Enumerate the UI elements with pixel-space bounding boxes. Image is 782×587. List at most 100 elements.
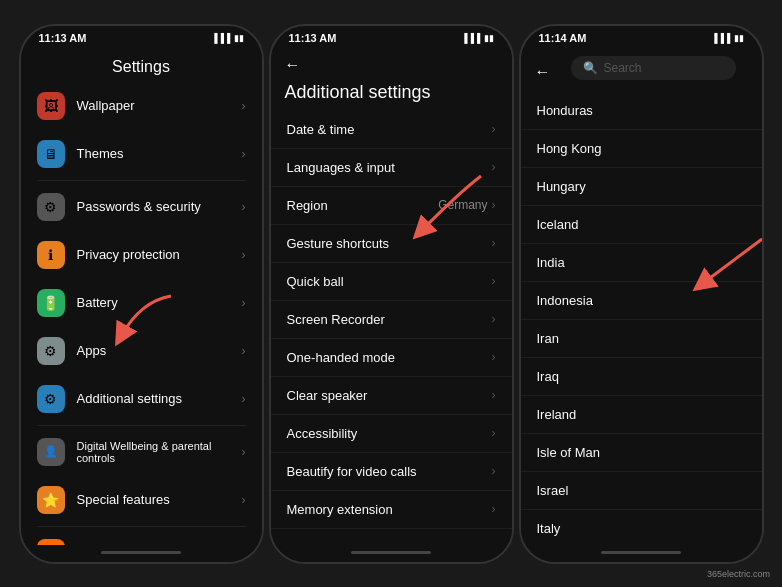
privacy-icon: ℹ [37, 241, 65, 269]
arrow-annotation-2 [371, 171, 491, 241]
country-list: Honduras Hong Kong Hungary Iceland India [521, 92, 762, 545]
time-1: 11:13 AM [39, 32, 87, 44]
wallpaper-chevron: › [242, 99, 246, 113]
item-screenrec[interactable]: Screen Recorder › [271, 301, 512, 339]
notch3 [611, 26, 671, 44]
settings-title: Settings [21, 48, 262, 82]
special-icon: ⭐ [37, 486, 65, 514]
additional-settings-list: Date & time › Languages & input › Region… [271, 111, 512, 545]
phone3: 11:14 AM ▐▐▐ ▮▮ ← 🔍 Search Honduras Hong… [519, 24, 764, 564]
themes-chevron: › [242, 147, 246, 161]
search-placeholder: Search [604, 61, 642, 75]
item-datetime[interactable]: Date & time › [271, 111, 512, 149]
sidebar-item-miaccount[interactable]: Mi Mi Account › [21, 529, 262, 545]
battery-icon-3: ▮▮ [734, 33, 744, 43]
page-title-2: Additional settings [271, 78, 512, 111]
battery-chevron: › [242, 296, 246, 310]
country-honduras[interactable]: Honduras [521, 92, 762, 130]
apps-label: Apps [77, 343, 242, 358]
language-chevron: › [492, 160, 496, 174]
datetime-label: Date & time [287, 122, 492, 137]
sidebar-item-privacy[interactable]: ℹ Privacy protection › [21, 231, 262, 279]
sidebar-item-themes[interactable]: 🖥 Themes › [21, 130, 262, 178]
item-onehanded[interactable]: One-handed mode › [271, 339, 512, 377]
additional-icon: ⚙ [37, 385, 65, 413]
additional-label: Additional settings [77, 391, 242, 406]
datetime-chevron: › [492, 122, 496, 136]
settings-list: 🖼 Wallpaper › 🖥 Themes › ⚙ Passwords & s… [21, 82, 262, 545]
clearspeaker-label: Clear speaker [287, 388, 492, 403]
sidebar-item-passwords[interactable]: ⚙ Passwords & security › [21, 183, 262, 231]
beautify-chevron: › [492, 464, 496, 478]
country-ireland[interactable]: Ireland [521, 396, 762, 434]
themes-label: Themes [77, 146, 242, 161]
screen-2: ← Additional settings Date & time › Lang… [271, 48, 512, 562]
page-header-2: ← [271, 48, 512, 78]
gesture-chevron: › [492, 236, 496, 250]
country-hungary[interactable]: Hungary [521, 168, 762, 206]
country-india[interactable]: India [521, 244, 762, 282]
screen-3: ← 🔍 Search Honduras Hong Kong Hungary Ic… [521, 48, 762, 562]
onehanded-label: One-handed mode [287, 350, 492, 365]
back-button-2[interactable]: ← [285, 56, 301, 74]
country-hongkong[interactable]: Hong Kong [521, 130, 762, 168]
notch2 [361, 26, 421, 44]
themes-icon: 🖥 [37, 140, 65, 168]
home-indicator-1 [101, 551, 181, 554]
back-button-3[interactable]: ← [535, 63, 551, 81]
item-accessibility[interactable]: Accessibility › [271, 415, 512, 453]
clearspeaker-chevron: › [492, 388, 496, 402]
special-label: Special features [77, 492, 242, 507]
sidebar-item-wallpaper[interactable]: 🖼 Wallpaper › [21, 82, 262, 130]
divider2 [37, 425, 246, 426]
memory-chevron: › [492, 502, 496, 516]
passwords-icon: ⚙ [37, 193, 65, 221]
status-icons-3: ▐▐▐ ▮▮ [711, 33, 743, 43]
status-icons-1: ▐▐▐ ▮▮ [211, 33, 243, 43]
battery-label: Battery [77, 295, 242, 310]
country-israel[interactable]: Israel [521, 472, 762, 510]
search-icon-3: 🔍 [583, 61, 598, 75]
sidebar-item-wellbeing[interactable]: 👤 Digital Wellbeing & parental controls … [21, 428, 262, 476]
time-2: 11:13 AM [289, 32, 337, 44]
privacy-chevron: › [242, 248, 246, 262]
country-iraq[interactable]: Iraq [521, 358, 762, 396]
page-header-3: ← 🔍 Search [521, 48, 762, 92]
country-indonesia[interactable]: Indonesia [521, 282, 762, 320]
country-isleofman[interactable]: Isle of Man [521, 434, 762, 472]
item-quickball[interactable]: Quick ball › [271, 263, 512, 301]
item-clearspeaker[interactable]: Clear speaker › [271, 377, 512, 415]
search-bar-3[interactable]: 🔍 Search [571, 56, 736, 80]
country-italy[interactable]: Italy [521, 510, 762, 545]
screenrec-chevron: › [492, 312, 496, 326]
phone2: 11:13 AM ▐▐▐ ▮▮ ← Additional settings Da… [269, 24, 514, 564]
home-indicator-3 [601, 551, 681, 554]
accessibility-chevron: › [492, 426, 496, 440]
screenrec-label: Screen Recorder [287, 312, 492, 327]
sidebar-item-additional[interactable]: ⚙ Additional settings › [21, 375, 262, 423]
memory-label: Memory extension [287, 502, 492, 517]
country-iran[interactable]: Iran [521, 320, 762, 358]
signal-icon-2: ▐▐▐ [461, 33, 480, 43]
battery-icon-1: ▮▮ [234, 33, 244, 43]
item-beautify[interactable]: Beautify for video calls › [271, 453, 512, 491]
screen-1: Settings 🖼 Wallpaper › 🖥 Themes › ⚙ [21, 48, 262, 562]
watermark: 365electric.com [707, 569, 770, 579]
signal-icon-1: ▐▐▐ [211, 33, 230, 43]
wellbeing-icon: 👤 [37, 438, 65, 466]
divider1 [37, 180, 246, 181]
apps-icon: ⚙ [37, 337, 65, 365]
item-memory[interactable]: Memory extension › [271, 491, 512, 529]
sidebar-item-battery[interactable]: 🔋 Battery › [21, 279, 262, 327]
divider3 [37, 526, 246, 527]
sidebar-item-apps[interactable]: ⚙ Apps › [21, 327, 262, 375]
region-chevron: › [492, 198, 496, 212]
privacy-label: Privacy protection [77, 247, 242, 262]
special-chevron: › [242, 493, 246, 507]
sidebar-item-special[interactable]: ⭐ Special features › [21, 476, 262, 524]
time-3: 11:14 AM [539, 32, 587, 44]
wellbeing-label: Digital Wellbeing & parental controls [77, 440, 242, 464]
passwords-chevron: › [242, 200, 246, 214]
wallpaper-icon: 🖼 [37, 92, 65, 120]
additional-chevron: › [242, 392, 246, 406]
